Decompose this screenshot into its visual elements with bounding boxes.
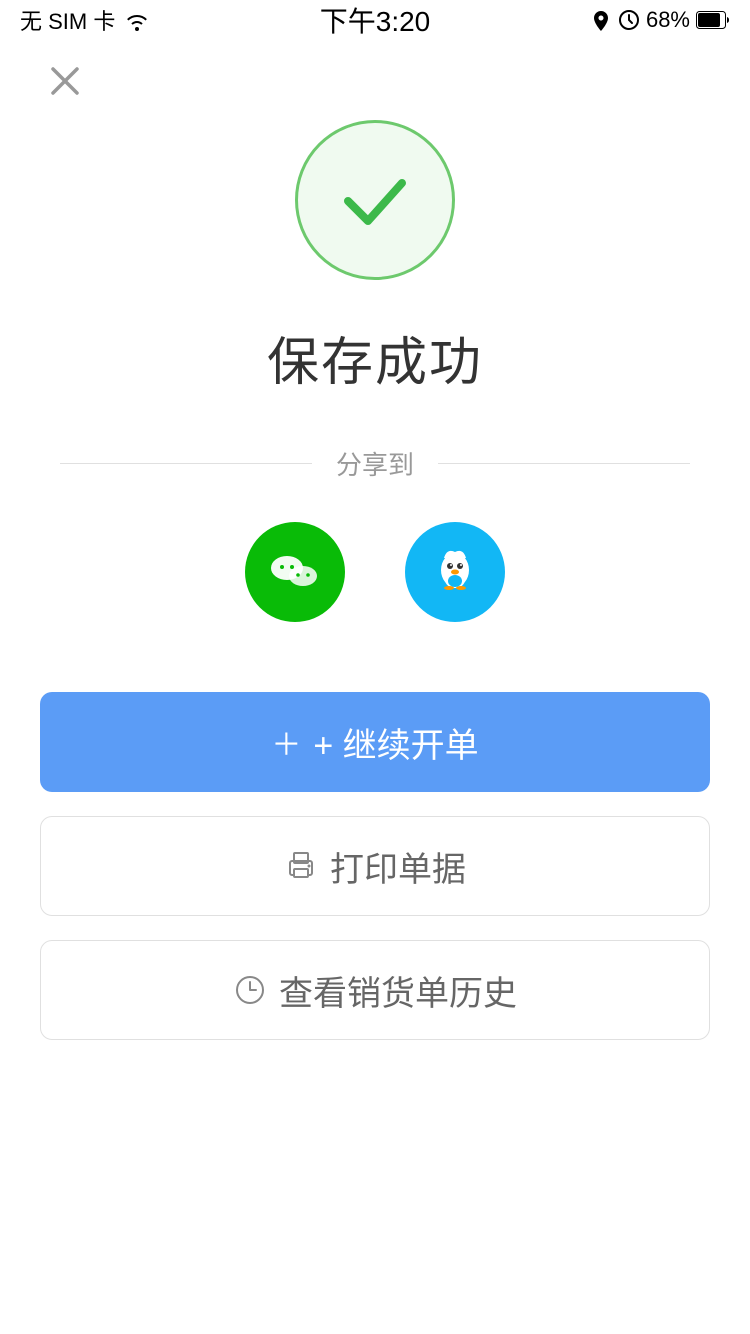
- print-button[interactable]: 打印单据: [40, 816, 710, 916]
- location-icon: [590, 9, 612, 31]
- divider-line-right: [438, 463, 690, 464]
- history-label: 查看销货单历史: [279, 966, 517, 1015]
- qq-share-button[interactable]: [405, 522, 505, 622]
- status-left: 无 SIM 卡: [20, 4, 151, 36]
- status-bar: 无 SIM 卡 下午3:20 68%: [0, 0, 750, 40]
- print-icon: [284, 849, 318, 883]
- share-label: 分享到: [312, 445, 438, 482]
- share-icons-container: [245, 522, 505, 622]
- plus-icon: ＋: [271, 720, 301, 764]
- continue-label: + 继续开单: [313, 718, 478, 767]
- status-time: 下午3:20: [320, 0, 431, 40]
- main-content: 保存成功 分享到: [0, 40, 750, 1040]
- close-button[interactable]: [40, 56, 90, 106]
- share-divider: 分享到: [0, 445, 750, 482]
- clock-icon: [618, 9, 640, 31]
- battery-percent: 68%: [646, 7, 690, 33]
- success-title: 保存成功: [267, 320, 483, 395]
- divider-line-left: [60, 463, 312, 464]
- continue-button[interactable]: ＋ + 继续开单: [40, 692, 710, 792]
- battery-icon: [696, 11, 730, 29]
- print-label: 打印单据: [330, 842, 466, 891]
- wifi-icon: [123, 9, 151, 31]
- action-buttons: ＋ + 继续开单 打印单据 查看销货单历史: [0, 692, 750, 1040]
- sim-status: 无 SIM 卡: [20, 4, 115, 36]
- history-button[interactable]: 查看销货单历史: [40, 940, 710, 1040]
- status-right: 68%: [590, 7, 730, 33]
- history-icon: [233, 973, 267, 1007]
- wechat-share-button[interactable]: [245, 522, 345, 622]
- success-icon: [295, 120, 455, 280]
